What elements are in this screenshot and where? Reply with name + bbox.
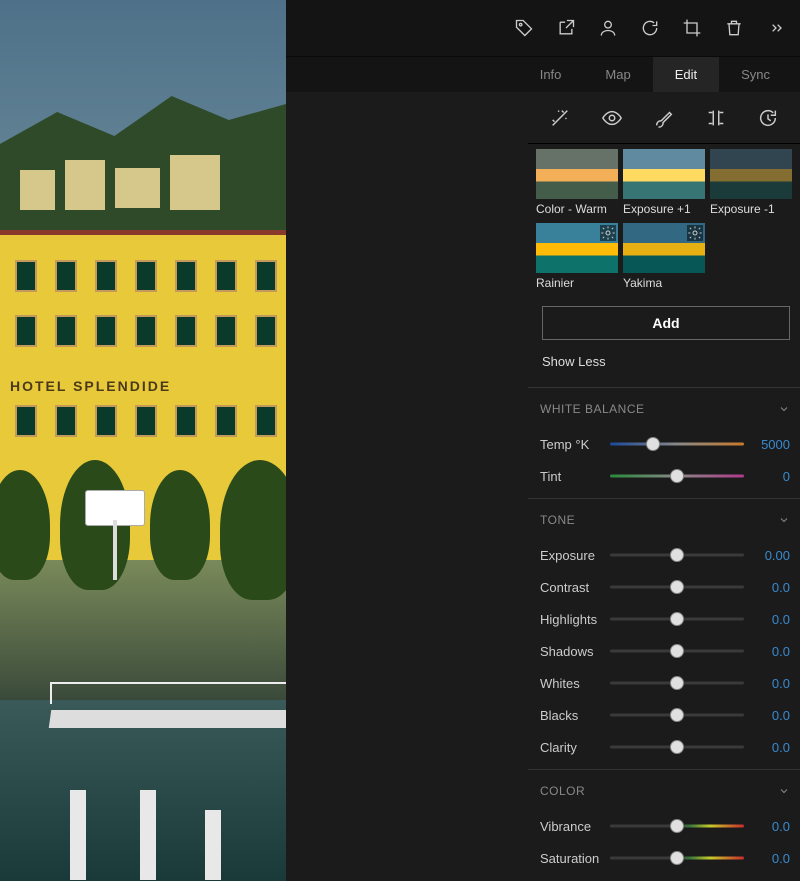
section-tone: TONE Exposure 0.00 Contrast 0.0 Highlights 0.0… (528, 498, 800, 769)
crop-icon[interactable] (682, 18, 702, 38)
gear-icon[interactable] (600, 225, 616, 241)
open-external-icon[interactable] (556, 18, 576, 38)
section-color: COLOR Vibrance 0.0 Saturation 0.0 (528, 769, 800, 880)
slider-label: Blacks (540, 708, 602, 723)
slider-track[interactable] (610, 704, 744, 726)
slider-track[interactable] (610, 640, 744, 662)
chevron-down-icon[interactable] (778, 403, 790, 415)
slider-label: Whites (540, 676, 602, 691)
preset-thumb[interactable] (536, 149, 618, 199)
slider-shadows: Shadows 0.0 (540, 635, 790, 667)
section-title: WHITE BALANCE (540, 402, 645, 416)
slider-label: Contrast (540, 580, 602, 595)
preset-thumb[interactable] (536, 223, 618, 273)
slider-exposure: Exposure 0.00 (540, 539, 790, 571)
slider-track[interactable] (610, 576, 744, 598)
slider-value[interactable]: 0.0 (752, 612, 790, 627)
show-less-link[interactable]: Show Less (528, 350, 800, 387)
slider-track[interactable] (610, 672, 744, 694)
slider-value[interactable]: 0.0 (752, 644, 790, 659)
more-icon[interactable] (766, 18, 786, 38)
slider-value[interactable]: 0.0 (752, 708, 790, 723)
slider-track[interactable] (610, 544, 744, 566)
top-toolbar (286, 0, 800, 56)
tab-map[interactable]: Map (583, 57, 652, 92)
preset-thumb[interactable] (710, 149, 792, 199)
slider-value[interactable]: 0.0 (752, 851, 790, 866)
slider-track[interactable] (610, 736, 744, 758)
tag-icon[interactable] (514, 18, 534, 38)
tab-sync[interactable]: Sync (719, 57, 792, 92)
slider-vibrance: Vibrance 0.0 (540, 810, 790, 842)
slider-blacks: Blacks 0.0 (540, 699, 790, 731)
preset-label: Yakima (623, 276, 705, 290)
preset-thumb[interactable] (623, 223, 705, 273)
auto-enhance-icon[interactable] (549, 107, 571, 129)
slider-label: Tint (540, 469, 602, 484)
slider-label: Clarity (540, 740, 602, 755)
photo-building-text: HOTEL SPLENDIDE (10, 378, 171, 394)
slider-label: Temp °K (540, 437, 602, 452)
tab-info[interactable]: Info (518, 57, 584, 92)
chevron-down-icon[interactable] (778, 514, 790, 526)
slider-contrast: Contrast 0.0 (540, 571, 790, 603)
section-title: TONE (540, 513, 575, 527)
preset-label: Rainier (536, 276, 618, 290)
slider-track[interactable] (610, 433, 744, 455)
slider-track[interactable] (610, 847, 744, 869)
slider-highlights: Highlights 0.0 (540, 603, 790, 635)
slider-value[interactable]: 0.0 (752, 676, 790, 691)
rotate-icon[interactable] (640, 18, 660, 38)
slider-temp-k: Temp °K 5000 (540, 428, 790, 460)
brush-icon[interactable] (653, 107, 675, 129)
right-panel: Info Map Edit Sync Color - Warm Exposure … (286, 0, 800, 881)
slider-tint: Tint 0 (540, 460, 790, 492)
add-preset-button[interactable]: Add (542, 306, 790, 340)
slider-label: Exposure (540, 548, 602, 563)
slider-saturation: Saturation 0.0 (540, 842, 790, 874)
edit-panel: Color - Warm Exposure +1 Exposure -1 Rainie… (528, 92, 800, 881)
slider-track[interactable] (610, 465, 744, 487)
slider-value[interactable]: 0.00 (752, 548, 790, 563)
chevron-down-icon[interactable] (778, 785, 790, 797)
preset-thumb[interactable] (623, 149, 705, 199)
slider-value[interactable]: 0.0 (752, 740, 790, 755)
section-title: COLOR (540, 784, 585, 798)
revert-icon[interactable] (757, 107, 779, 129)
tab-edit[interactable]: Edit (653, 57, 719, 92)
photo-canvas[interactable]: HOTEL SPLENDIDE (0, 0, 286, 881)
slider-track[interactable] (610, 608, 744, 630)
slider-value[interactable]: 0.0 (752, 819, 790, 834)
preset-label: Color - Warm (536, 202, 618, 216)
tab-bar: Info Map Edit Sync (286, 56, 800, 92)
slider-label: Shadows (540, 644, 602, 659)
slider-label: Saturation (540, 851, 602, 866)
redeye-icon[interactable] (601, 107, 623, 129)
slider-whites: Whites 0.0 (540, 667, 790, 699)
slider-label: Vibrance (540, 819, 602, 834)
compare-icon[interactable] (705, 107, 727, 129)
section-wb: WHITE BALANCE Temp °K 5000 Tint 0 (528, 387, 800, 498)
preset-label: Exposure -1 (710, 202, 792, 216)
slider-value[interactable]: 0 (752, 469, 790, 484)
slider-value[interactable]: 5000 (752, 437, 790, 452)
edit-tool-strip (528, 92, 800, 144)
preset-label: Exposure +1 (623, 202, 705, 216)
presets-grid: Color - Warm Exposure +1 Exposure -1 Rainie… (528, 144, 800, 292)
slider-track[interactable] (610, 815, 744, 837)
portrait-icon[interactable] (598, 18, 618, 38)
slider-label: Highlights (540, 612, 602, 627)
slider-value[interactable]: 0.0 (752, 580, 790, 595)
gear-icon[interactable] (687, 225, 703, 241)
slider-clarity: Clarity 0.0 (540, 731, 790, 763)
trash-icon[interactable] (724, 18, 744, 38)
